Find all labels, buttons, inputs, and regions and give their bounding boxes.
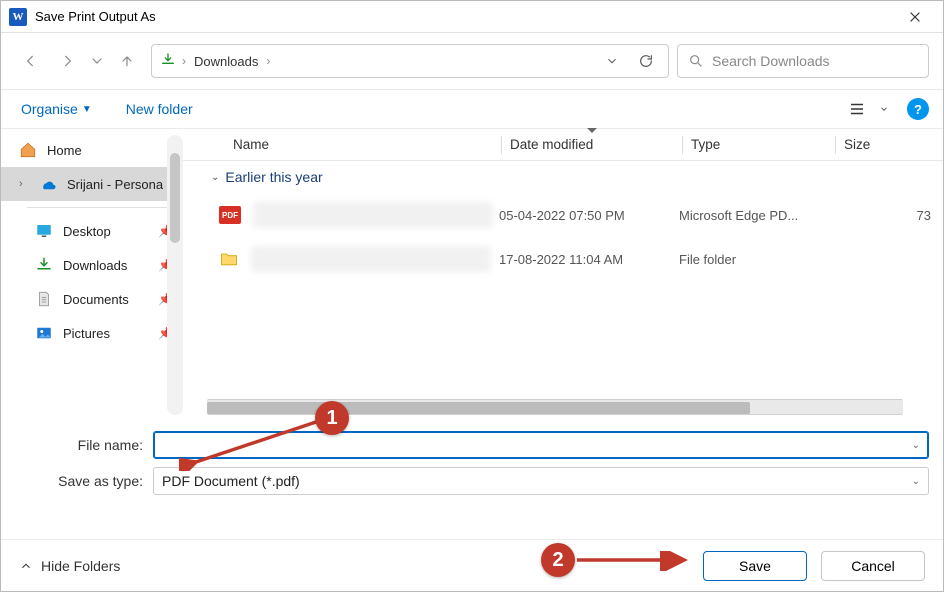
sidebar-item-label: Desktop	[63, 224, 111, 239]
sidebar-item-label: Pictures	[63, 326, 110, 341]
sidebar-item-label: Downloads	[63, 258, 127, 273]
pictures-icon	[35, 324, 53, 342]
hide-folders-button[interactable]: Hide Folders	[19, 558, 120, 574]
file-type: File folder	[679, 252, 831, 267]
chevron-down-icon: ⌄	[912, 476, 920, 487]
file-date: 05-04-2022 07:50 PM	[499, 208, 679, 223]
title-bar: W Save Print Output As	[1, 1, 943, 33]
address-bar[interactable]: › Downloads ›	[151, 44, 669, 78]
navigation-bar: › Downloads ›	[1, 33, 943, 89]
command-bar: Organise▼ New folder ?	[1, 89, 943, 129]
help-button[interactable]: ?	[907, 98, 929, 120]
pdf-file-icon: PDF	[219, 206, 241, 224]
refresh-button[interactable]	[632, 47, 660, 75]
search-box[interactable]	[677, 44, 929, 78]
saveas-label: Save as type:	[15, 473, 153, 489]
annotation-marker-2: 2	[541, 543, 575, 577]
file-name-redacted	[253, 202, 493, 228]
group-header-earlier-this-year[interactable]: ⌄ Earlier this year	[183, 161, 943, 193]
view-options-button[interactable]	[843, 95, 871, 123]
onedrive-icon	[39, 175, 57, 193]
address-dropdown-button[interactable]	[598, 47, 626, 75]
folder-icon	[219, 249, 239, 269]
cancel-button[interactable]: Cancel	[821, 551, 925, 581]
file-date: 17-08-2022 11:04 AM	[499, 252, 679, 267]
word-app-icon: W	[9, 8, 27, 26]
horizontal-scrollbar[interactable]	[207, 399, 903, 415]
chevron-down-icon: ▼	[82, 104, 92, 115]
sidebar-scrollbar[interactable]	[167, 135, 183, 415]
file-size: 73	[831, 208, 943, 223]
nav-forward-button[interactable]	[51, 45, 83, 77]
breadcrumb-downloads[interactable]: Downloads	[192, 54, 260, 69]
annotation-marker-1: 1	[315, 401, 349, 435]
save-form: File name: ⌄ Save as type: PDF Document …	[1, 421, 943, 495]
nav-up-button[interactable]	[111, 45, 143, 77]
sidebar-item-label: Documents	[63, 292, 129, 307]
new-folder-button[interactable]: New folder	[120, 97, 199, 121]
sidebar-item-desktop[interactable]: Desktop 📌	[1, 214, 183, 248]
chevron-up-icon	[19, 559, 33, 573]
dialog-footer: Hide Folders Save Cancel	[1, 539, 943, 591]
search-icon	[688, 53, 704, 69]
organise-menu[interactable]: Organise▼	[15, 97, 98, 121]
file-row[interactable]: PDF 05-04-2022 07:50 PM Microsoft Edge P…	[183, 193, 943, 237]
sidebar-item-home[interactable]: Home	[1, 133, 183, 167]
downloads-icon	[35, 256, 53, 274]
window-title: Save Print Output As	[35, 9, 895, 24]
breadcrumb-separator-icon: ›	[266, 54, 270, 68]
file-name-redacted	[251, 246, 491, 272]
sidebar-item-onedrive[interactable]: › Srijani - Persona	[1, 167, 183, 201]
nav-history-dropdown[interactable]	[87, 45, 107, 77]
sidebar-divider	[27, 207, 169, 208]
column-header-size[interactable]: Size	[836, 131, 943, 158]
saveas-value: PDF Document (*.pdf)	[162, 473, 300, 489]
file-type: Microsoft Edge PD...	[679, 208, 831, 223]
desktop-icon	[35, 222, 53, 240]
window-close-button[interactable]	[895, 1, 935, 33]
sidebar-item-downloads[interactable]: Downloads 📌	[1, 248, 183, 282]
search-input[interactable]	[712, 53, 918, 69]
sidebar-item-pictures[interactable]: Pictures 📌	[1, 316, 183, 350]
documents-icon	[35, 290, 53, 308]
filename-label: File name:	[15, 437, 153, 453]
navigation-pane: Home › Srijani - Persona Desktop 📌 Downl…	[1, 129, 183, 421]
view-dropdown-button[interactable]	[875, 95, 893, 123]
download-location-icon	[160, 52, 176, 71]
column-header-date[interactable]: Date modified	[502, 131, 682, 158]
column-headers: Name Date modified Type Size	[183, 129, 943, 161]
chevron-down-icon: ⌄	[912, 440, 920, 451]
sidebar-item-documents[interactable]: Documents 📌	[1, 282, 183, 316]
saveas-combobox[interactable]: PDF Document (*.pdf) ⌄	[153, 467, 929, 495]
chevron-down-icon: ⌄	[211, 172, 219, 183]
sidebar-item-label: Srijani - Persona	[67, 177, 163, 192]
chevron-right-icon: ›	[19, 178, 31, 190]
file-list-pane: Name Date modified Type Size ⌄ Earlier t…	[183, 129, 943, 421]
home-icon	[19, 141, 37, 159]
save-button[interactable]: Save	[703, 551, 807, 581]
file-row[interactable]: 17-08-2022 11:04 AM File folder	[183, 237, 943, 281]
nav-back-button[interactable]	[15, 45, 47, 77]
column-header-type[interactable]: Type	[683, 131, 835, 158]
column-header-name[interactable]: Name	[183, 131, 501, 158]
sidebar-item-label: Home	[47, 143, 82, 158]
breadcrumb-separator-icon: ›	[182, 54, 186, 68]
filename-combobox[interactable]: ⌄	[153, 431, 929, 459]
